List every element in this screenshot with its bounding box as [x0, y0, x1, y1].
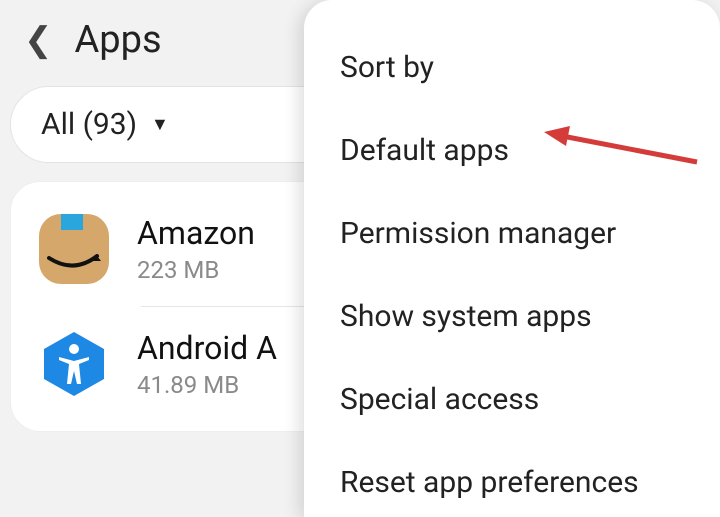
chevron-down-icon: ▼: [151, 114, 169, 135]
app-meta: Android A 41.89 MB: [137, 329, 277, 399]
menu-item-special-access[interactable]: Special access: [304, 358, 720, 441]
menu-item-reset-prefs[interactable]: Reset app preferences: [304, 441, 720, 517]
overflow-menu: Sort by Default apps Permission manager …: [304, 0, 720, 517]
menu-item-default-apps[interactable]: Default apps: [304, 109, 720, 192]
app-size: 41.89 MB: [137, 371, 277, 399]
app-name: Amazon: [137, 214, 255, 252]
menu-item-permission-mgr[interactable]: Permission manager: [304, 192, 720, 275]
app-name: Android A: [137, 329, 277, 367]
app-size: 223 MB: [137, 256, 255, 284]
menu-item-sort-by[interactable]: Sort by: [304, 26, 720, 109]
back-icon[interactable]: ❮: [24, 23, 53, 57]
menu-item-show-system[interactable]: Show system apps: [304, 275, 720, 358]
page-title: Apps: [75, 18, 162, 62]
filter-label: All (93): [41, 107, 137, 142]
amazon-icon: [39, 214, 109, 284]
app-meta: Amazon 223 MB: [137, 214, 255, 284]
accessibility-icon: [39, 329, 109, 399]
